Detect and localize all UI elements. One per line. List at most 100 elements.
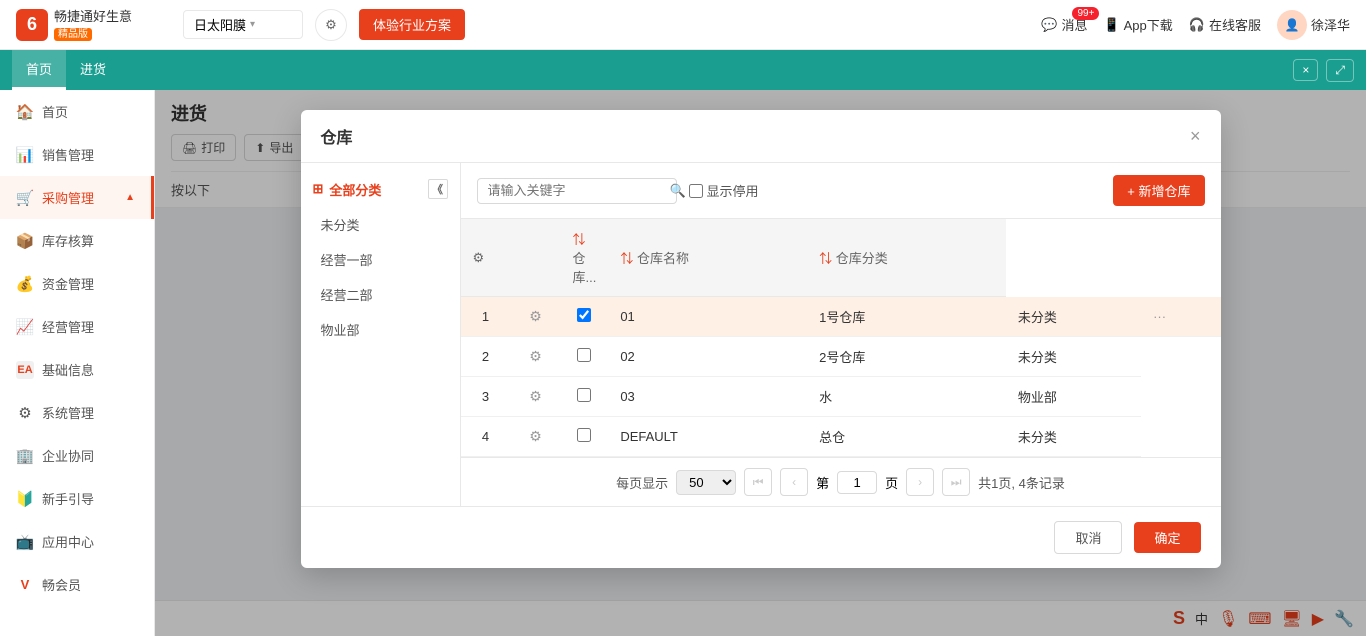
show-disabled-checkbox[interactable] [689,184,703,198]
add-warehouse-button[interactable]: + 新增仓库 [1113,175,1204,206]
sidebar-item-system[interactable]: ⚙ 系统管理 [0,391,154,434]
modal-overlay: 仓库 × ⊞ 全部分类 《 未分类 经营一部 [155,90,1366,636]
row-gear-icon[interactable]: ⚙ [529,308,542,324]
category-sidebar: ⊞ 全部分类 《 未分类 经营一部 经营二部 物业部 [301,163,461,506]
row-gear-cell: ⚙ [511,417,561,457]
category-item-unclassified[interactable]: 未分类 [301,207,460,242]
warehouse-modal: 仓库 × ⊞ 全部分类 《 未分类 经营一部 [301,110,1221,568]
user-item[interactable]: 👤 徐泽华 [1277,10,1350,40]
sidebar-item-guide[interactable]: 🔰 新手引导 [0,477,154,520]
category-header[interactable]: ⊞ 全部分类 《 [301,171,460,207]
app-download-item[interactable]: 📱 App下载 [1103,15,1172,34]
show-disabled-label[interactable]: 显示停用 [689,181,759,200]
sidebar-item-purchase[interactable]: 🛒 采购管理 ▲ [0,176,154,219]
search-input[interactable] [488,183,664,198]
category-item-property[interactable]: 物业部 [301,312,460,347]
sidebar-item-home[interactable]: 🏠 首页 [0,90,154,133]
purchase-icon: 🛒 [16,189,34,207]
row-name: 水 [807,377,1006,417]
row-checkbox-cell [561,377,609,417]
row-checkbox[interactable] [577,308,591,322]
row-category: 未分类 [1006,337,1141,377]
sidebar-item-inventory[interactable]: 📦 库存核算 [0,219,154,262]
sidebar-label-finance: 资金管理 [42,274,94,293]
first-page-button[interactable]: ⏮ [744,468,772,496]
trial-button[interactable]: 体验行业方案 [359,9,465,40]
prev-page-button[interactable]: ‹ [780,468,808,496]
sidebar-item-finance[interactable]: 💰 资金管理 [0,262,154,305]
enterprise-icon: 🏢 [16,447,34,465]
th-gear: ⚙ [461,219,511,297]
nav-tab-home[interactable]: 首页 [12,50,66,90]
sort-icon2: ⇅ [620,251,633,266]
guide-icon: 🔰 [16,490,34,508]
close-window-button[interactable]: × [1293,59,1318,81]
warehouse-table: ⚙ ⇅ 仓库... ⇅ [461,219,1221,457]
sidebar-label-guide: 新手引导 [42,489,94,508]
page-input[interactable] [837,471,877,494]
table-area: 🔍 显示停用 + 新增仓库 [461,163,1221,506]
modal-close-button[interactable]: × [1190,126,1201,147]
row-name: 2号仓库 [807,337,1006,377]
finance-icon: 💰 [16,275,34,293]
pagination: 每页显示 50 100 200 ⏮ ‹ 第 页 [461,457,1221,506]
sidebar-label-basic-info: 基础信息 [42,360,94,379]
expand-button[interactable]: ⤢ [1326,59,1354,82]
nav-tab-purchase[interactable]: 进货 [66,50,120,90]
row-gear-icon[interactable]: ⚙ [529,348,542,364]
row-checkbox[interactable] [577,388,591,402]
user-name: 徐泽华 [1311,15,1350,34]
row-code: DEFAULT [608,417,807,457]
phone-icon: 📱 [1103,17,1119,33]
table-row[interactable]: 4 ⚙ DEFAULT 总仓 未分类 [461,417,1221,457]
basic-info-icon: EA [16,361,34,379]
more-icon[interactable]: ··· [1153,309,1166,324]
sidebar-label-management: 经营管理 [42,317,94,336]
message-icon: 💬 [1041,17,1057,33]
row-more[interactable]: ··· [1141,297,1220,337]
table-row[interactable]: 1 ⚙ 01 1号仓库 未分类 ··· [461,297,1221,337]
cancel-button[interactable]: 取消 [1054,521,1122,554]
row-num: 4 [461,417,511,457]
collapse-button[interactable]: 《 [428,179,448,199]
per-page-select[interactable]: 50 100 200 [676,470,736,495]
sidebar-item-enterprise[interactable]: 🏢 企业协同 [0,434,154,477]
show-disabled-text: 显示停用 [707,181,759,200]
last-page-button[interactable]: ⏭ [942,468,970,496]
next-page-button[interactable]: › [906,468,934,496]
row-gear-icon[interactable]: ⚙ [529,428,542,444]
sidebar-item-member[interactable]: V 畅会员 [0,563,154,606]
app-download-label: App下载 [1124,15,1173,34]
settings-icon-button[interactable]: ⚙ [315,9,347,41]
sidebar-item-basic-info[interactable]: EA 基础信息 [0,348,154,391]
row-num: 3 [461,377,511,417]
row-gear-icon[interactable]: ⚙ [529,388,542,404]
confirm-button[interactable]: 确定 [1134,522,1200,553]
table-row[interactable]: 3 ⚙ 03 水 物业部 [461,377,1221,417]
category-item-dept1[interactable]: 经营一部 [301,242,460,277]
avatar: 👤 [1277,10,1307,40]
row-checkbox-cell [561,297,609,337]
sidebar-item-sales[interactable]: 📊 销售管理 [0,133,154,176]
sidebar-label-app-center: 应用中心 [42,532,94,551]
message-item[interactable]: 💬 消息 99+ [1041,15,1087,34]
store-selector[interactable]: 日太阳膜 ▾ [183,10,303,39]
sidebar-item-app-center[interactable]: 📺 应用中心 [0,520,154,563]
sidebar-label-home: 首页 [42,102,68,121]
row-checkbox[interactable] [577,428,591,442]
page-total: 共1页, 4条记录 [978,473,1065,492]
table-row[interactable]: 2 ⚙ 02 2号仓库 未分类 [461,337,1221,377]
sidebar-item-management[interactable]: 📈 经营管理 [0,305,154,348]
sidebar-label-member: 畅会员 [42,575,81,594]
modal-footer: 取消 确定 [301,506,1221,568]
th-code: ⇅ 仓库... [561,219,609,297]
table-toolbar: 🔍 显示停用 + 新增仓库 [461,163,1221,219]
row-checkbox[interactable] [577,348,591,362]
search-icon[interactable]: 🔍 [670,183,686,199]
headset-icon: 🎧 [1189,17,1205,33]
expand-arrow-icon: ▲ [125,192,135,203]
main-row: 🏠 首页 📊 销售管理 🛒 采购管理 ▲ 📦 库存核算 💰 资金管理 📈 [0,90,1366,636]
online-service-item[interactable]: 🎧 在线客服 [1189,15,1261,34]
row-gear-cell: ⚙ [511,337,561,377]
category-item-dept2[interactable]: 经营二部 [301,277,460,312]
